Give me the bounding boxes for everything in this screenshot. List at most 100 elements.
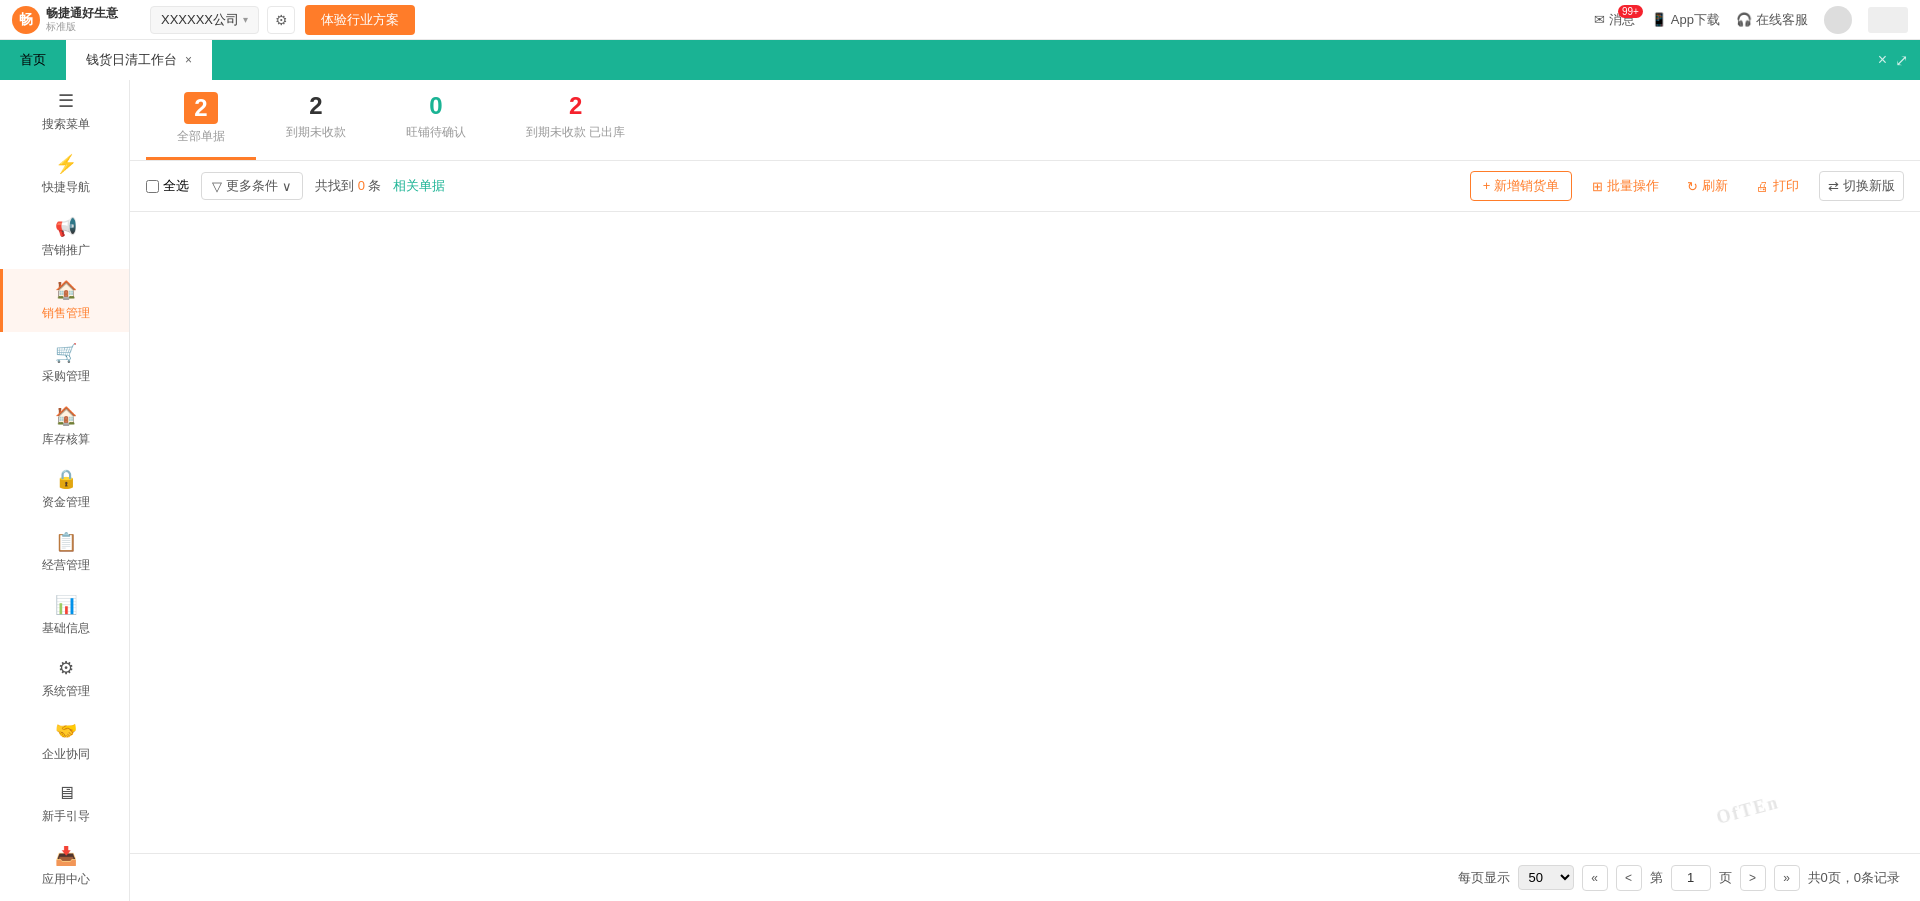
related-button[interactable]: 相关单据	[393, 177, 445, 195]
batch-button[interactable]: ⊞ 批量操作	[1584, 172, 1667, 200]
page-unit: 页	[1719, 869, 1732, 887]
sidebar-item-apps[interactable]: 📥 应用中心	[0, 835, 129, 898]
stat-num-overdue: 2	[309, 92, 322, 120]
sidebar-item-basic-info[interactable]: 📊 基础信息	[0, 584, 129, 647]
batch-icon: ⊞	[1592, 179, 1603, 194]
online-service-label: 在线客服	[1756, 11, 1808, 29]
user-name-area[interactable]	[1868, 7, 1908, 33]
sidebar-item-search[interactable]: ☰ 搜索菜单	[0, 80, 129, 143]
gear-button[interactable]: ⚙	[267, 6, 295, 34]
sidebar-label-guide: 新手引导	[42, 808, 90, 825]
message-badge: 99+	[1618, 5, 1643, 18]
phone-icon: 📱	[1651, 12, 1667, 27]
select-all-label: 全选	[163, 177, 189, 195]
top-right: ✉ 消息 99+ 📱 App下载 🎧 在线客服	[1594, 6, 1908, 34]
stat-label-all: 全部单据	[177, 128, 225, 145]
sidebar: ☰ 搜索菜单 ⚡ 快捷导航 📢 营销推广 🏠 销售管理 🛒 采购管理 🏠 库存核…	[0, 80, 130, 901]
add-sale-button[interactable]: + 新增销货单	[1470, 171, 1572, 201]
sidebar-item-purchase[interactable]: 🛒 采购管理	[0, 332, 129, 395]
online-service-item[interactable]: 🎧 在线客服	[1736, 11, 1808, 29]
logo-text: 畅捷通好生意 标准版	[46, 6, 118, 32]
company-selector[interactable]: XXXXXX公司 ▾	[150, 6, 259, 34]
sidebar-item-system[interactable]: ⚙ 系统管理	[0, 647, 129, 710]
per-page-label: 每页显示	[1458, 869, 1510, 887]
tab-close-icon[interactable]: ×	[185, 53, 192, 67]
sidebar-label-inventory: 库存核算	[42, 431, 90, 448]
home-tab-label: 首页	[20, 51, 46, 69]
sidebar-label-operation: 经营管理	[42, 557, 90, 574]
found-count: 0	[358, 178, 365, 193]
filter-button[interactable]: ▽ 更多条件 ∨	[201, 172, 303, 200]
tab-close-button[interactable]: ×	[1878, 51, 1887, 69]
app-download-label: App下载	[1671, 11, 1720, 29]
sidebar-item-marketing[interactable]: 📢 营销推广	[0, 206, 129, 269]
system-icon: ⚙	[58, 657, 74, 679]
refresh-button[interactable]: ↻ 刷新	[1679, 172, 1736, 200]
stats-tabs: 2 全部单据 2 到期未收款 0 旺铺待确认 2 到期未收款 已出库	[130, 80, 1920, 161]
found-unit: 条	[368, 178, 381, 193]
sidebar-label-sales: 销售管理	[42, 305, 90, 322]
stat-num-pending: 0	[429, 92, 442, 120]
prev-page-button[interactable]: <	[1616, 865, 1642, 891]
per-page-select[interactable]: 50 100 200	[1518, 865, 1574, 890]
chevron-down-icon: ▾	[243, 14, 248, 25]
stat-tab-pending[interactable]: 0 旺铺待确认	[376, 80, 496, 160]
refresh-label: 刷新	[1702, 177, 1728, 195]
tab-workbench[interactable]: 钱货日清工作台 ×	[66, 40, 212, 80]
page-input[interactable]	[1671, 865, 1711, 891]
logo-name: 畅捷通好生意	[46, 6, 118, 20]
app-download-item[interactable]: 📱 App下载	[1651, 11, 1720, 29]
logo-area: 畅 畅捷通好生意 标准版	[12, 6, 142, 34]
sidebar-item-inventory[interactable]: 🏠 库存核算	[0, 395, 129, 458]
stat-label-overdue: 到期未收款	[286, 124, 346, 141]
sidebar-label-basic-info: 基础信息	[42, 620, 90, 637]
toolbar: 全选 ▽ 更多条件 ∨ 共找到 0 条 相关单据 + 新增销货单 ⊞ 批量操作	[130, 161, 1920, 212]
stat-num-overdue-out: 2	[569, 92, 582, 120]
sidebar-label-cooperation: 企业协同	[42, 746, 90, 763]
main-layout: ☰ 搜索菜单 ⚡ 快捷导航 📢 营销推广 🏠 销售管理 🛒 采购管理 🏠 库存核…	[0, 80, 1920, 901]
next-page-button[interactable]: >	[1740, 865, 1766, 891]
sidebar-label-apps: 应用中心	[42, 871, 90, 888]
select-all-checkbox[interactable]: 全选	[146, 177, 189, 195]
company-name: XXXXXX公司	[161, 11, 239, 29]
sidebar-item-operation[interactable]: 📋 经营管理	[0, 521, 129, 584]
stat-tab-overdue-out[interactable]: 2 到期未收款 已出库	[496, 80, 655, 160]
printer-icon: 🖨	[1756, 179, 1769, 194]
logo-icon: 畅	[12, 6, 40, 34]
cart-icon: 🛒	[55, 342, 77, 364]
stat-tab-all[interactable]: 2 全部单据	[146, 80, 256, 160]
lightning-icon: ⚡	[55, 153, 77, 175]
switch-button[interactable]: ⇄ 切换新版	[1819, 171, 1904, 201]
message-item[interactable]: ✉ 消息 99+	[1594, 11, 1635, 29]
filter-chevron-icon: ∨	[282, 179, 292, 194]
sidebar-label-marketing: 营销推广	[42, 242, 90, 259]
stat-label-pending: 旺铺待确认	[406, 124, 466, 141]
first-page-button[interactable]: «	[1582, 865, 1608, 891]
headset-icon: 🎧	[1736, 12, 1752, 27]
menu-icon: ☰	[58, 90, 74, 112]
toolbar-right: + 新增销货单 ⊞ 批量操作 ↻ 刷新 🖨 打印 ⇄ 切换新版	[1470, 171, 1904, 201]
switch-label: 切换新版	[1843, 177, 1895, 195]
stat-num-all: 2	[184, 92, 217, 124]
handshake-icon: 🤝	[55, 720, 77, 742]
filter-icon: ▽	[212, 179, 222, 194]
sidebar-item-guide[interactable]: 🖥 新手引导	[0, 773, 129, 835]
tab-home[interactable]: 首页	[0, 40, 66, 80]
workbench-tab-label: 钱货日清工作台	[86, 51, 177, 69]
sidebar-item-cooperation[interactable]: 🤝 企业协同	[0, 710, 129, 773]
stat-tab-overdue[interactable]: 2 到期未收款	[256, 80, 376, 160]
refresh-icon: ↻	[1687, 179, 1698, 194]
sidebar-label-purchase: 采购管理	[42, 368, 90, 385]
sidebar-item-finance[interactable]: 🔒 资金管理	[0, 458, 129, 521]
trial-button[interactable]: 体验行业方案	[305, 5, 415, 35]
tab-expand-button[interactable]: ⤢	[1895, 51, 1908, 70]
sidebar-item-quick-nav[interactable]: ⚡ 快捷导航	[0, 143, 129, 206]
avatar[interactable]	[1824, 6, 1852, 34]
checkbox-input[interactable]	[146, 180, 159, 193]
shop-icon: 🏠	[55, 279, 77, 301]
print-button[interactable]: 🖨 打印	[1748, 172, 1807, 200]
report-icon: 📋	[55, 531, 77, 553]
warehouse-icon: 🏠	[55, 405, 77, 427]
last-page-button[interactable]: »	[1774, 865, 1800, 891]
sidebar-item-sales[interactable]: 🏠 销售管理	[0, 269, 129, 332]
